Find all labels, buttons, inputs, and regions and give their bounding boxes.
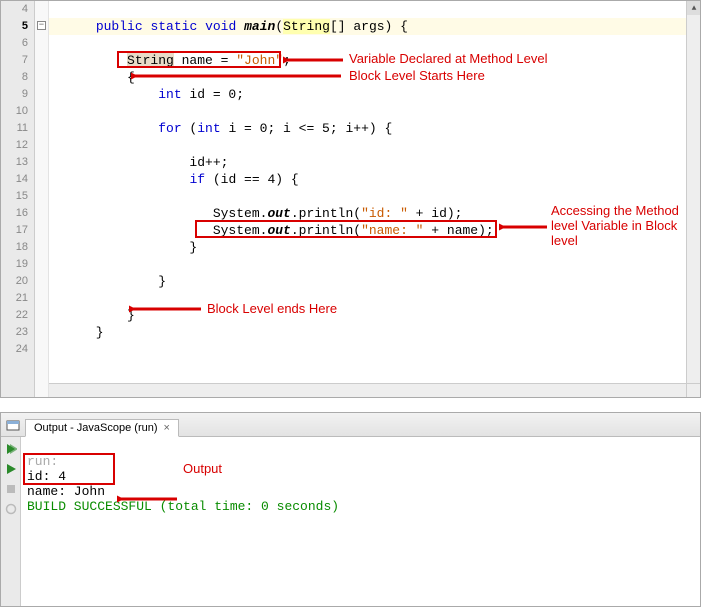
fold-toggle[interactable]: − — [37, 21, 46, 30]
code-line: int id = 0; — [49, 86, 686, 103]
tab-label: Output - JavaScope (run) — [34, 422, 158, 434]
annotation-accessing: Accessing the Method level Variable in B… — [551, 203, 691, 248]
annotation-output: Output — [183, 461, 222, 476]
pane-divider[interactable] — [0, 398, 701, 412]
annotation-block-end: Block Level ends Here — [207, 301, 337, 316]
code-line — [49, 1, 686, 18]
output-tab[interactable]: Output - JavaScope (run) × — [25, 419, 179, 437]
console-output[interactable]: run: id: 4 name: John BUILD SUCCESSFUL (… — [21, 437, 700, 606]
fold-column: − — [35, 1, 49, 397]
scroll-corner — [686, 383, 700, 397]
line-gutter: 4 5 6 7 8 9 10 11 12 13 14 15 16 17 18 1… — [1, 1, 35, 397]
code-line — [49, 137, 686, 154]
code-line: for (int i = 0; i <= 5; i++) { — [49, 120, 686, 137]
code-line: } — [49, 324, 686, 341]
annotation-block-start: Block Level Starts Here — [349, 68, 485, 83]
vertical-scrollbar[interactable]: ▲ — [686, 1, 700, 383]
console-line: id: 4 — [27, 469, 66, 484]
code-line — [49, 290, 686, 307]
annotation-var-decl: Variable Declared at Method Level — [349, 51, 548, 66]
stop-icon[interactable] — [3, 481, 19, 497]
code-line: public static void main(String[] args) { — [49, 18, 686, 35]
editor-pane: 4 5 6 7 8 9 10 11 12 13 14 15 16 17 18 1… — [0, 0, 701, 398]
horizontal-scrollbar[interactable] — [49, 383, 686, 397]
output-tabbar: Output - JavaScope (run) × — [1, 413, 700, 437]
code-line: } — [49, 307, 686, 324]
console-line: run: — [27, 454, 58, 469]
code-line: if (id == 4) { — [49, 171, 686, 188]
output-icon — [5, 417, 21, 433]
close-icon[interactable]: × — [164, 422, 170, 434]
code-line — [49, 35, 686, 52]
code-line — [49, 103, 686, 120]
output-toolbar — [1, 437, 21, 606]
console-line: BUILD SUCCESSFUL (total time: 0 seconds) — [27, 499, 339, 514]
code-line — [49, 256, 686, 273]
code-line: } — [49, 273, 686, 290]
console-line: name: John — [27, 484, 105, 499]
code-line — [49, 341, 686, 358]
run-icon[interactable] — [3, 461, 19, 477]
settings-icon[interactable] — [3, 501, 19, 517]
code-line: id++; — [49, 154, 686, 171]
rerun-icon[interactable] — [3, 441, 19, 457]
output-pane: Output - JavaScope (run) × run: id: 4 na… — [0, 412, 701, 607]
